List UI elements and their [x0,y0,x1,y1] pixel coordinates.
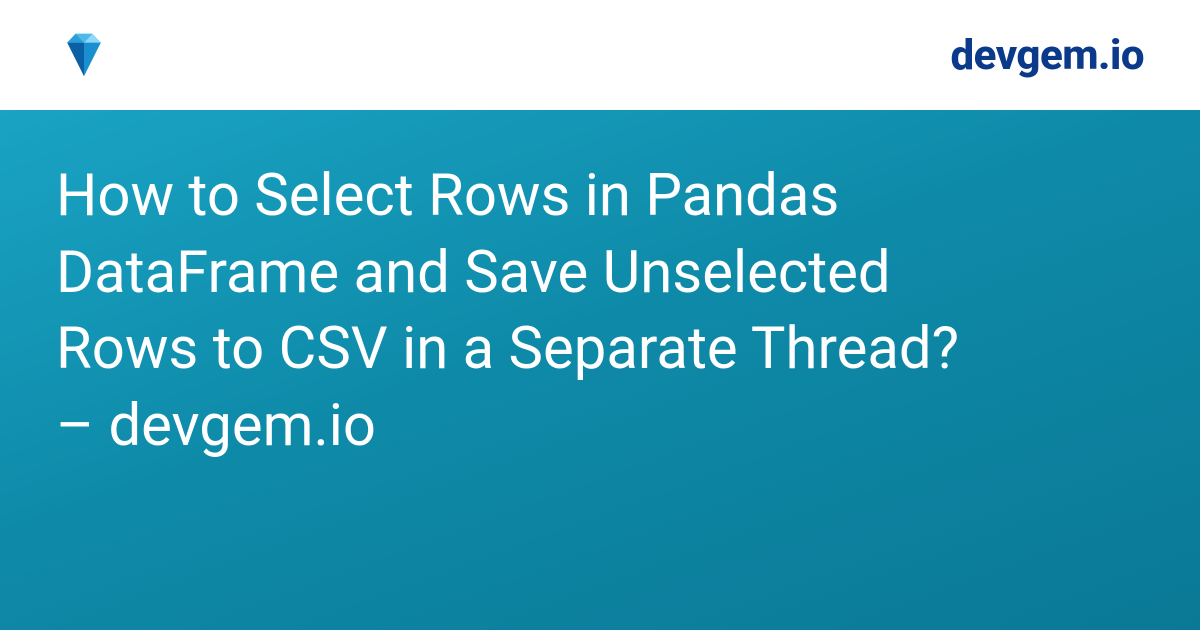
header: devgem.io [0,0,1200,110]
page-title: How to Select Rows in Pandas DataFrame a… [56,158,1006,464]
gem-logo-icon [56,27,112,83]
brand-name: devgem.io [951,31,1144,80]
hero-banner: How to Select Rows in Pandas DataFrame a… [0,110,1200,630]
